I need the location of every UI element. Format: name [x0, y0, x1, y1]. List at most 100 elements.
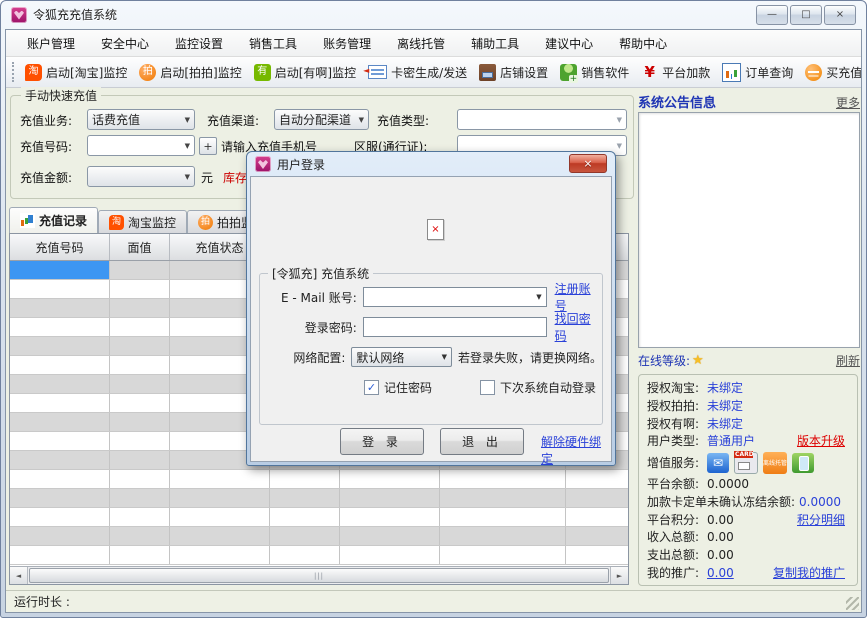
table-cell[interactable]	[270, 546, 340, 564]
resize-grip[interactable]	[846, 597, 859, 610]
table-cell[interactable]	[10, 527, 110, 545]
email-service-icon[interactable]: ✉	[707, 453, 730, 474]
menu-sales-tools[interactable]: 销售工具	[236, 31, 310, 56]
table-cell[interactable]	[110, 261, 170, 279]
table-cell[interactable]	[110, 470, 170, 488]
table-cell[interactable]	[110, 280, 170, 298]
table-cell[interactable]	[10, 508, 110, 526]
promo-value-link[interactable]: 0.00	[707, 566, 734, 581]
menu-suggestions[interactable]: 建议中心	[532, 31, 606, 56]
table-cell[interactable]	[10, 299, 110, 317]
network-select[interactable]: 默认网络 ▼	[351, 347, 452, 367]
table-cell[interactable]	[340, 489, 440, 507]
table-cell[interactable]	[110, 489, 170, 507]
table-cell[interactable]	[110, 394, 170, 412]
auto-login-checkbox[interactable]	[480, 379, 496, 395]
table-cell[interactable]	[440, 527, 566, 545]
table-cell[interactable]	[440, 546, 566, 564]
promo-copy-link[interactable]: 复制我的推广	[773, 566, 845, 581]
close-button[interactable]: ×	[824, 4, 856, 25]
amount-select[interactable]: ▼	[87, 166, 195, 187]
number-input[interactable]: ▼	[87, 135, 195, 156]
table-cell[interactable]	[110, 508, 170, 526]
table-cell[interactable]	[10, 356, 110, 374]
table-cell[interactable]	[10, 546, 110, 564]
mobile-service-icon[interactable]	[792, 453, 815, 474]
table-cell[interactable]	[340, 546, 440, 564]
table-cell[interactable]	[10, 432, 110, 450]
table-row[interactable]	[10, 508, 628, 527]
table-cell[interactable]	[170, 470, 270, 488]
remember-password-checkbox[interactable]: ✓	[364, 379, 379, 395]
table-cell[interactable]	[170, 508, 270, 526]
order-query-button[interactable]: 订单查询	[716, 61, 799, 84]
add-number-button[interactable]: +	[199, 137, 217, 155]
business-select[interactable]: 话费充值 ▼	[87, 109, 195, 130]
buy-recharge-card-button[interactable]: 买充值卡	[799, 62, 861, 83]
login-button[interactable]: 登 录	[340, 428, 424, 455]
table-cell[interactable]	[440, 489, 566, 507]
table-cell[interactable]	[10, 489, 110, 507]
refresh-link[interactable]: 刷新	[836, 352, 860, 369]
table-cell[interactable]	[110, 356, 170, 374]
menu-offline-hosting[interactable]: 离线托管	[384, 31, 458, 56]
register-link[interactable]: 注册账号	[555, 280, 602, 314]
table-cell[interactable]	[110, 451, 170, 469]
table-cell[interactable]	[110, 318, 170, 336]
table-cell[interactable]	[340, 470, 440, 488]
table-cell[interactable]	[110, 413, 170, 431]
table-cell[interactable]	[440, 470, 566, 488]
table-cell[interactable]	[10, 261, 110, 279]
recover-password-link[interactable]: 找回密码	[555, 310, 602, 344]
unbind-hardware-link[interactable]: 解除硬件绑定	[541, 433, 611, 467]
start-taobao-monitor-button[interactable]: 淘 启动[淘宝]监控	[19, 62, 133, 83]
sales-software-button[interactable]: 销售软件	[554, 62, 635, 83]
platform-deposit-button[interactable]: ¥ 平台加款	[635, 62, 716, 83]
table-cell[interactable]	[170, 546, 270, 564]
table-cell[interactable]	[110, 337, 170, 355]
maximize-button[interactable]: □	[790, 4, 822, 25]
table-cell[interactable]	[110, 546, 170, 564]
minimize-button[interactable]: —	[756, 4, 788, 25]
start-paipai-monitor-button[interactable]: 拍 启动[拍拍]监控	[133, 62, 247, 83]
menu-monitor-settings[interactable]: 监控设置	[162, 31, 236, 56]
email-field[interactable]: ▼	[362, 287, 547, 307]
scrollbar-thumb[interactable]: |||	[29, 568, 609, 583]
card-service-icon[interactable]: CARD	[734, 451, 759, 475]
password-field[interactable]	[362, 317, 547, 337]
table-cell[interactable]	[340, 527, 440, 545]
table-cell[interactable]	[270, 527, 340, 545]
table-cell[interactable]	[10, 413, 110, 431]
table-row[interactable]	[10, 470, 628, 489]
menu-account[interactable]: 账户管理	[14, 31, 88, 56]
menu-finance[interactable]: 账务管理	[310, 31, 384, 56]
table-cell[interactable]	[10, 280, 110, 298]
offline-hosting-icon[interactable]: 离线托管	[763, 452, 787, 475]
scroll-left-icon[interactable]: ◄	[10, 567, 28, 584]
table-cell[interactable]	[566, 527, 628, 545]
channel-select[interactable]: 自动分配渠道 ▼	[274, 109, 369, 130]
table-cell[interactable]	[110, 527, 170, 545]
table-cell[interactable]	[110, 432, 170, 450]
table-cell[interactable]	[270, 508, 340, 526]
shop-settings-button[interactable]: 店铺设置	[473, 62, 554, 83]
dialog-close-button[interactable]: ×	[569, 154, 607, 173]
table-cell[interactable]	[566, 489, 628, 507]
table-cell[interactable]	[110, 299, 170, 317]
table-cell[interactable]	[566, 470, 628, 488]
table-cell[interactable]	[566, 508, 628, 526]
tab-recharge-log[interactable]: 充值记录	[9, 207, 99, 233]
table-cell[interactable]	[10, 375, 110, 393]
table-row[interactable]	[10, 546, 628, 565]
announcement-more-link[interactable]: 更多	[836, 94, 860, 111]
table-cell[interactable]	[440, 508, 566, 526]
scroll-right-icon[interactable]: ►	[610, 567, 628, 584]
table-cell[interactable]	[110, 375, 170, 393]
tab-taobao-monitor[interactable]: 淘 淘宝监控	[98, 210, 188, 233]
table-cell[interactable]	[10, 318, 110, 336]
exit-button[interactable]: 退 出	[440, 428, 524, 455]
card-key-generate-button[interactable]: 卡密生成/发送	[362, 62, 473, 83]
table-cell[interactable]	[170, 489, 270, 507]
version-upgrade-link[interactable]: 版本升级	[797, 434, 845, 449]
table-row[interactable]	[10, 527, 628, 546]
